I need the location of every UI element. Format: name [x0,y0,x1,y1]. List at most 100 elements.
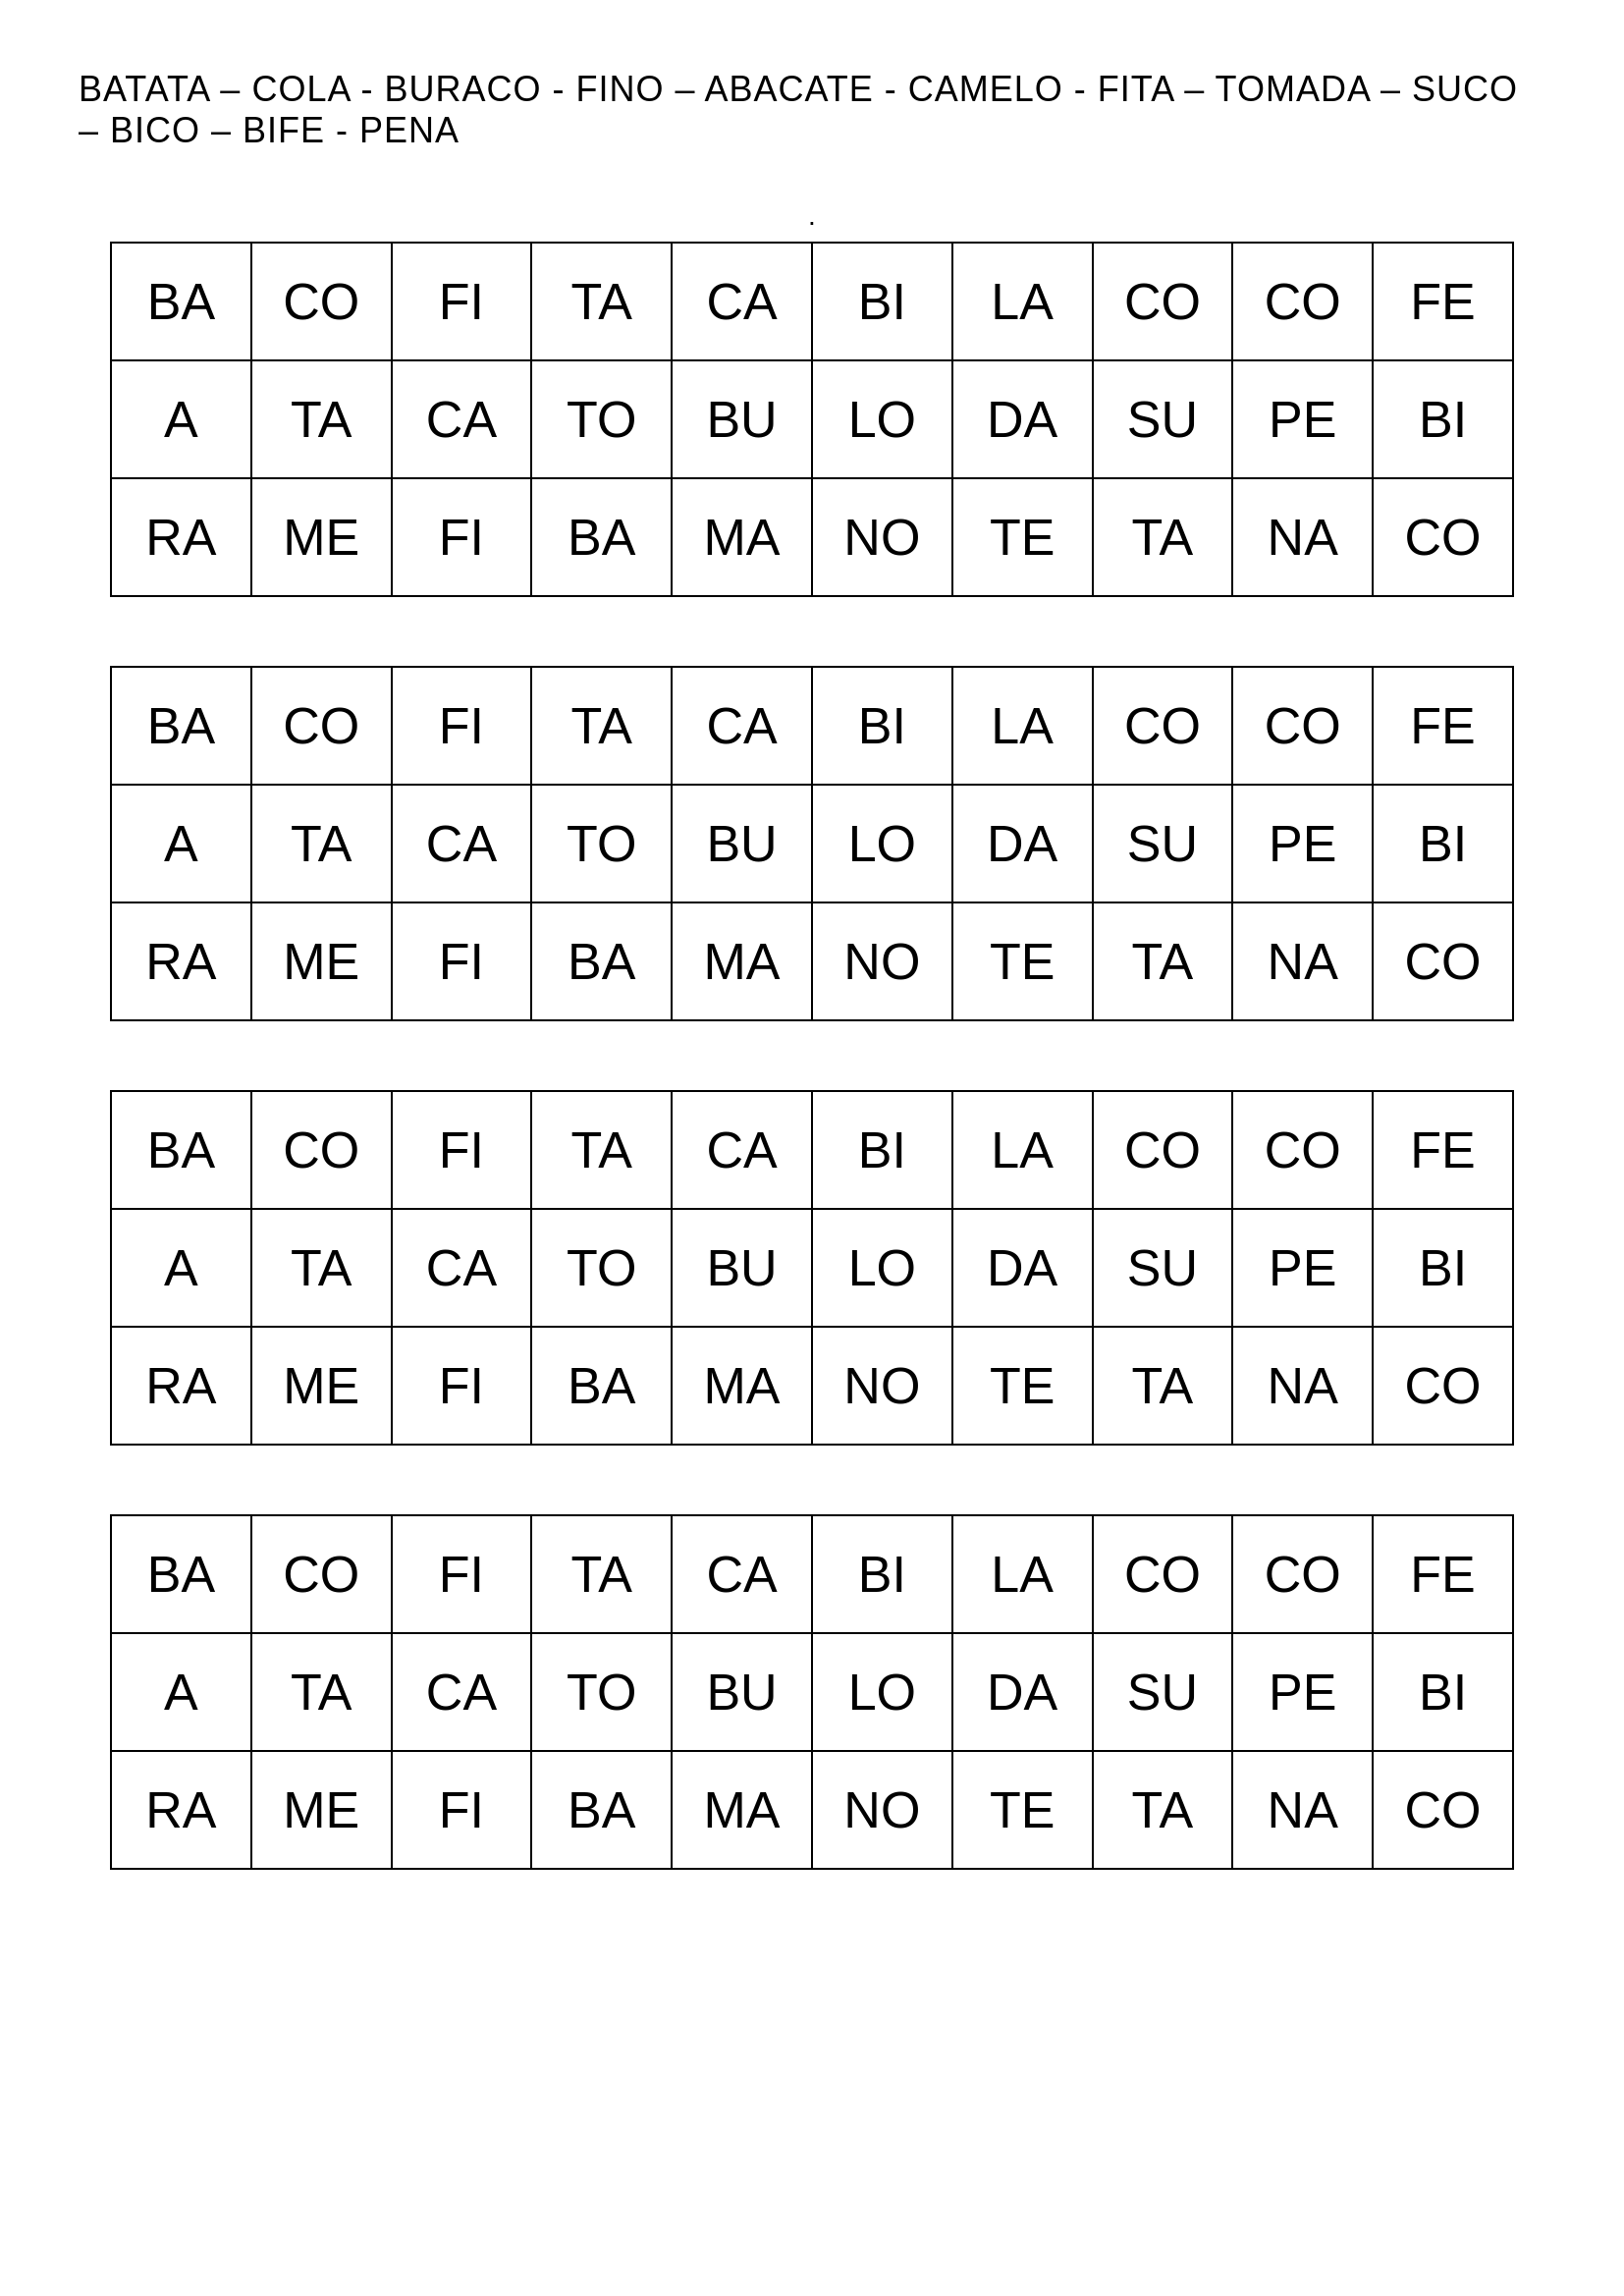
grid-1-cell-r2-c6: TE [952,478,1093,596]
grid-1-cell-r0-c3: TA [531,243,672,360]
grid-3-cell-r1-c9: BI [1373,1209,1513,1327]
grid-4-cell-r1-c9: BI [1373,1633,1513,1751]
grid-4-cell-r2-c3: BA [531,1751,672,1869]
grid-4-cell-r1-c2: CA [392,1633,532,1751]
grid-2-cell-r0-c1: CO [251,667,392,785]
grid-3-cell-r1-c0: A [111,1209,251,1327]
grid-1-cell-r2-c9: CO [1373,478,1513,596]
grid-2-cell-r2-c6: TE [952,902,1093,1020]
grid-1-cell-r1-c6: DA [952,360,1093,478]
grid-4-cell-r1-c8: PE [1232,1633,1373,1751]
grid-3-cell-r2-c7: TA [1093,1327,1233,1445]
grid-3-cell-r0-c3: TA [531,1091,672,1209]
grid-1-cell-r0-c4: CA [672,243,812,360]
grid-3-cell-r0-c7: CO [1093,1091,1233,1209]
grid-1-cell-r2-c0: RA [111,478,251,596]
grid-4-cell-r0-c6: LA [952,1515,1093,1633]
grid-3-cell-r1-c5: LO [812,1209,952,1327]
grid-2-cell-r1-c9: BI [1373,785,1513,902]
grid-4-cell-r1-c7: SU [1093,1633,1233,1751]
grid-4-cell-r1-c6: DA [952,1633,1093,1751]
grid-4-cell-r1-c4: BU [672,1633,812,1751]
grid-3-cell-r1-c2: CA [392,1209,532,1327]
grid-1-cell-r2-c2: FI [392,478,532,596]
grid-4-cell-r2-c8: NA [1232,1751,1373,1869]
grid-3-cell-r2-c3: BA [531,1327,672,1445]
grid-4-cell-r1-c5: LO [812,1633,952,1751]
grid-4-cell-r0-c2: FI [392,1515,532,1633]
grid-4-cell-r2-c5: NO [812,1751,952,1869]
dot-line: . [79,200,1545,232]
grid-3-cell-r2-c0: RA [111,1327,251,1445]
grid-2-cell-r2-c8: NA [1232,902,1373,1020]
grid-1-cell-r2-c3: BA [531,478,672,596]
grid-3-cell-r0-c5: BI [812,1091,952,1209]
grid-2-cell-r1-c7: SU [1093,785,1233,902]
grid-3-cell-r0-c1: CO [251,1091,392,1209]
grid-4-cell-r0-c8: CO [1232,1515,1373,1633]
grid-4-cell-r2-c2: FI [392,1751,532,1869]
grid-2-cell-r2-c3: BA [531,902,672,1020]
grid-1-cell-r1-c4: BU [672,360,812,478]
grid-2-cell-r1-c2: CA [392,785,532,902]
grid-3-cell-r1-c8: PE [1232,1209,1373,1327]
grid-3-cell-r2-c1: ME [251,1327,392,1445]
grid-4-cell-r2-c7: TA [1093,1751,1233,1869]
grid-3-cell-r2-c2: FI [392,1327,532,1445]
grid-1-cell-r2-c8: NA [1232,478,1373,596]
grid-2-cell-r1-c6: DA [952,785,1093,902]
grid-2-cell-r0-c4: CA [672,667,812,785]
grid-4-cell-r2-c0: RA [111,1751,251,1869]
grid-2-cell-r2-c4: MA [672,902,812,1020]
grid-3-cell-r1-c6: DA [952,1209,1093,1327]
grid-4-cell-r0-c3: TA [531,1515,672,1633]
grid-2: BACOFITACABILACOCOFEATACATOBULODASUPEBIR… [79,666,1545,1021]
header-line: BATATA – COLA - BURACO - FINO – ABACATE … [79,69,1545,151]
grid-2-cell-r1-c0: A [111,785,251,902]
grid-2-cell-r1-c5: LO [812,785,952,902]
grid-4-cell-r0-c5: BI [812,1515,952,1633]
grid-3-cell-r0-c8: CO [1232,1091,1373,1209]
grid-1: BACOFITACABILACOCOFEATACATOBULODASUPEBIR… [79,242,1545,597]
grid-4-cell-r1-c1: TA [251,1633,392,1751]
grid-1-cell-r0-c0: BA [111,243,251,360]
grid-1-cell-r2-c5: NO [812,478,952,596]
grid-4: BACOFITACABILACOCOFEATACATOBULODASUPEBIR… [79,1514,1545,1870]
grid-1-cell-r1-c7: SU [1093,360,1233,478]
grid-3-cell-r2-c9: CO [1373,1327,1513,1445]
grid-1-cell-r0-c1: CO [251,243,392,360]
grid-2-cell-r0-c9: FE [1373,667,1513,785]
grid-1-cell-r0-c5: BI [812,243,952,360]
grid-2-cell-r2-c0: RA [111,902,251,1020]
grid-4-cell-r0-c1: CO [251,1515,392,1633]
grid-2-cell-r2-c5: NO [812,902,952,1020]
grid-3-cell-r2-c6: TE [952,1327,1093,1445]
grid-4-cell-r0-c7: CO [1093,1515,1233,1633]
grid-2-cell-r2-c2: FI [392,902,532,1020]
grid-2-cell-r0-c2: FI [392,667,532,785]
grid-1-cell-r1-c5: LO [812,360,952,478]
grid-2-cell-r2-c1: ME [251,902,392,1020]
grid-3-cell-r2-c5: NO [812,1327,952,1445]
grid-1-cell-r0-c9: FE [1373,243,1513,360]
grid-3: BACOFITACABILACOCOFEATACATOBULODASUPEBIR… [79,1090,1545,1446]
grid-2-cell-r2-c7: TA [1093,902,1233,1020]
grid-3-cell-r1-c1: TA [251,1209,392,1327]
grid-1-cell-r2-c7: TA [1093,478,1233,596]
grid-4-cell-r1-c3: TO [531,1633,672,1751]
grid-4-cell-r0-c4: CA [672,1515,812,1633]
grid-4-cell-r2-c4: MA [672,1751,812,1869]
grid-1-cell-r0-c6: LA [952,243,1093,360]
grid-1-cell-r1-c8: PE [1232,360,1373,478]
grid-2-cell-r1-c8: PE [1232,785,1373,902]
grid-2-cell-r0-c6: LA [952,667,1093,785]
grid-3-cell-r1-c3: TO [531,1209,672,1327]
grid-2-cell-r0-c5: BI [812,667,952,785]
grid-3-cell-r2-c8: NA [1232,1327,1373,1445]
grid-1-cell-r1-c2: CA [392,360,532,478]
grid-1-cell-r1-c9: BI [1373,360,1513,478]
grid-3-cell-r1-c4: BU [672,1209,812,1327]
grid-2-cell-r1-c3: TO [531,785,672,902]
grid-2-cell-r1-c1: TA [251,785,392,902]
grid-4-cell-r0-c0: BA [111,1515,251,1633]
